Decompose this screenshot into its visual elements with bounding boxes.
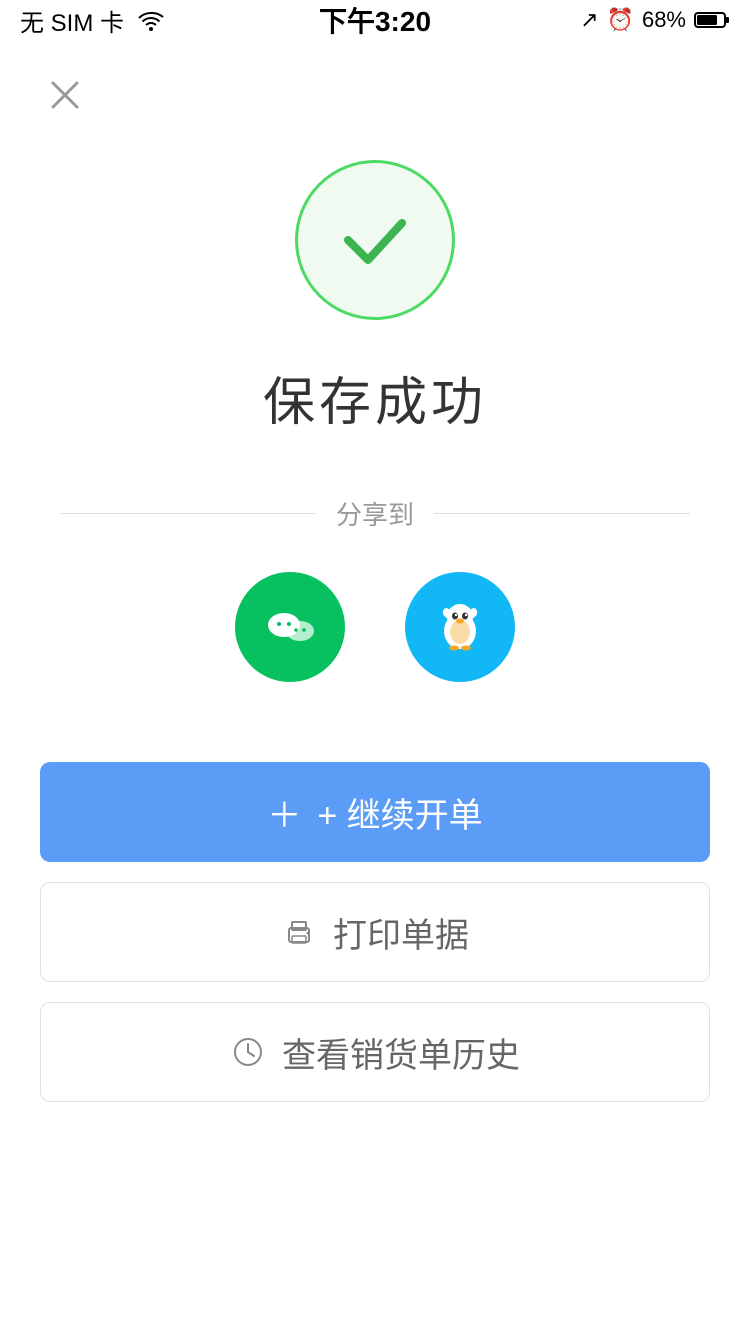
- success-area: 保存成功: [0, 130, 750, 455]
- share-divider: 分享到: [0, 465, 750, 562]
- success-title: 保存成功: [263, 360, 487, 435]
- battery-icon: [694, 10, 730, 30]
- wifi-icon: [136, 9, 166, 31]
- close-button[interactable]: [40, 70, 90, 120]
- clock-icon: [230, 1034, 266, 1070]
- printer-svg: [281, 914, 317, 950]
- share-icons-row: [0, 562, 750, 722]
- divider-line-right: [434, 513, 690, 514]
- no-sim-label: 无 SIM 卡: [20, 3, 124, 38]
- wechat-icon: [258, 595, 322, 659]
- print-button[interactable]: 打印单据: [40, 882, 710, 982]
- status-bar-right: ↗ ⏰ 68%: [580, 7, 730, 33]
- printer-icon: [281, 914, 317, 950]
- status-bar: 无 SIM 卡 下午3:20 ↗ ⏰ 68%: [0, 0, 750, 40]
- share-label: 分享到: [336, 495, 414, 532]
- qq-icon: [428, 595, 492, 659]
- close-area: [0, 40, 750, 130]
- clock-svg: [230, 1034, 266, 1070]
- status-bar-time: 下午3:20: [319, 0, 431, 40]
- checkmark-icon: [330, 195, 420, 285]
- plus-icon: ＋: [267, 788, 301, 837]
- actions-container: ＋ + 继续开单 打印单据 查看销货单历史: [0, 742, 750, 1122]
- location-icon: ↗: [580, 7, 598, 33]
- share-wechat-button[interactable]: [235, 572, 345, 682]
- battery-percent: 68%: [642, 7, 686, 33]
- close-icon: [47, 77, 83, 113]
- print-label: 打印单据: [333, 908, 469, 957]
- history-button[interactable]: 查看销货单历史: [40, 1002, 710, 1102]
- success-circle: [295, 160, 455, 320]
- history-label: 查看销货单历史: [282, 1028, 520, 1077]
- share-qq-button[interactable]: [405, 572, 515, 682]
- continue-button[interactable]: ＋ + 继续开单: [40, 762, 710, 862]
- continue-label: + 继续开单: [317, 788, 482, 837]
- status-bar-left: 无 SIM 卡: [20, 3, 166, 38]
- alarm-icon: ⏰: [607, 7, 634, 33]
- divider-line-left: [60, 513, 316, 514]
